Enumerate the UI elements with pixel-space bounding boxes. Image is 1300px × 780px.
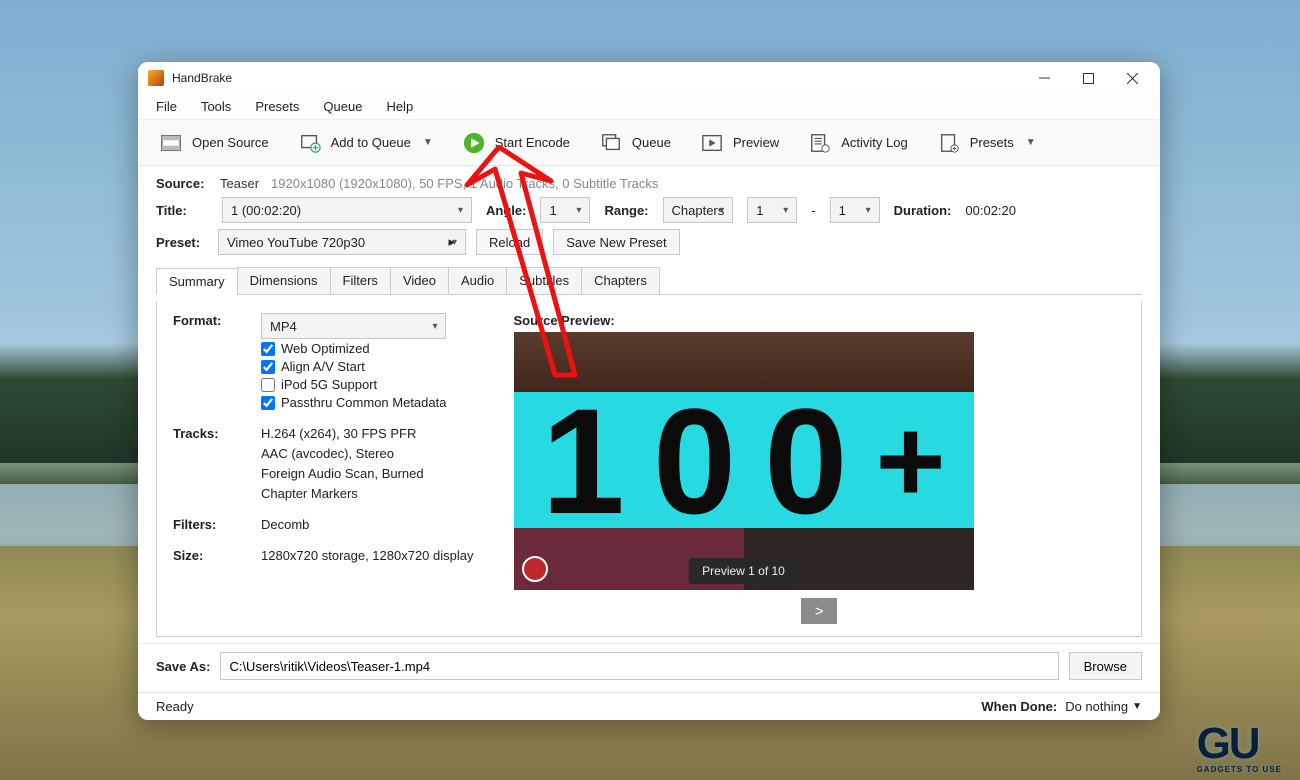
tab-subtitles[interactable]: Subtitles bbox=[506, 267, 582, 294]
format-label: Format: bbox=[173, 313, 245, 328]
preset-row: Preset: Vimeo YouTube 720p30 ▸ Reload Sa… bbox=[156, 229, 1142, 255]
title-select[interactable]: 1 (00:02:20) bbox=[222, 197, 472, 223]
app-icon bbox=[148, 70, 164, 86]
menu-presets[interactable]: Presets bbox=[245, 95, 309, 118]
log-icon bbox=[809, 132, 831, 154]
summary-right: Source Preview: 100+ Preview 1 of 10 > bbox=[514, 313, 1126, 624]
tracks-label: Tracks: bbox=[173, 426, 245, 501]
tab-summary[interactable]: Summary bbox=[156, 268, 238, 295]
open-source-button[interactable]: Open Source bbox=[146, 127, 283, 159]
reload-button[interactable]: Reload bbox=[476, 229, 543, 255]
app-window: HandBrake File Tools Presets Queue Help … bbox=[138, 62, 1160, 720]
preset-label: Preset: bbox=[156, 235, 208, 250]
source-label: Source: bbox=[156, 176, 208, 191]
film-icon bbox=[160, 132, 182, 154]
start-encode-button[interactable]: Start Encode bbox=[449, 127, 584, 159]
presets-icon bbox=[938, 132, 960, 154]
source-row: Source: Teaser 1920x1080 (1920x1080), 50… bbox=[156, 176, 1142, 191]
tab-video[interactable]: Video bbox=[390, 267, 449, 294]
add-queue-button[interactable]: Add to Queue ▼ bbox=[285, 127, 447, 159]
chevron-down-icon: ▼ bbox=[423, 137, 433, 148]
queue-icon bbox=[600, 132, 622, 154]
close-button[interactable] bbox=[1110, 63, 1154, 93]
format-select[interactable]: MP4 bbox=[261, 313, 446, 339]
when-done-value[interactable]: Do nothing bbox=[1065, 699, 1128, 714]
source-preview: 100+ Preview 1 of 10 bbox=[514, 332, 974, 590]
preset-select[interactable]: Vimeo YouTube 720p30 ▸ bbox=[218, 229, 466, 255]
window-title: HandBrake bbox=[172, 71, 232, 85]
toolbar: Open Source Add to Queue ▼ Start Encode … bbox=[138, 120, 1160, 166]
status-text: Ready bbox=[156, 699, 194, 714]
title-row: Title: 1 (00:02:20) Angle: 1 Range: Chap… bbox=[156, 197, 1142, 223]
save-row: Save As: Browse bbox=[138, 643, 1160, 692]
save-new-preset-button[interactable]: Save New Preset bbox=[553, 229, 679, 255]
play-icon bbox=[463, 132, 485, 154]
angle-label: Angle: bbox=[486, 203, 526, 218]
duration-label: Duration: bbox=[894, 203, 952, 218]
content-area: Source: Teaser 1920x1080 (1920x1080), 50… bbox=[138, 166, 1160, 643]
tab-body: Format: MP4 Web Optimized Align A/V Star… bbox=[156, 301, 1142, 637]
browse-button[interactable]: Browse bbox=[1069, 652, 1142, 680]
size-label: Size: bbox=[173, 548, 245, 563]
menubar: File Tools Presets Queue Help bbox=[138, 94, 1160, 120]
activity-log-button[interactable]: Activity Log bbox=[795, 127, 921, 159]
check-av-start[interactable]: Align A/V Start bbox=[261, 359, 446, 374]
menu-queue[interactable]: Queue bbox=[313, 95, 372, 118]
title-label: Title: bbox=[156, 203, 208, 218]
filters-label: Filters: bbox=[173, 517, 245, 532]
tab-chapters[interactable]: Chapters bbox=[581, 267, 660, 294]
preview-overlay-text: 100+ bbox=[514, 392, 974, 530]
tab-filters[interactable]: Filters bbox=[330, 267, 391, 294]
angle-select[interactable]: 1 bbox=[540, 197, 590, 223]
tabs: Summary Dimensions Filters Video Audio S… bbox=[156, 267, 1142, 295]
preview-title: Source Preview: bbox=[514, 313, 1126, 328]
preview-icon bbox=[701, 132, 723, 154]
check-web-optimized[interactable]: Web Optimized bbox=[261, 341, 446, 356]
status-bar: Ready When Done: Do nothing ▼ bbox=[138, 692, 1160, 720]
filters-value: Decomb bbox=[261, 517, 309, 532]
tab-audio[interactable]: Audio bbox=[448, 267, 507, 294]
tracks-list: H.264 (x264), 30 FPS PFR AAC (avcodec), … bbox=[261, 426, 424, 501]
check-ipod[interactable]: iPod 5G Support bbox=[261, 377, 446, 392]
menu-file[interactable]: File bbox=[146, 95, 187, 118]
range-dash: - bbox=[811, 203, 815, 218]
source-info: 1920x1080 (1920x1080), 50 FPS, 1 Audio T… bbox=[271, 176, 658, 191]
save-path-input[interactable] bbox=[220, 652, 1058, 680]
range-to-select[interactable]: 1 bbox=[830, 197, 880, 223]
watermark: GU GADGETS TO USE bbox=[1197, 719, 1282, 774]
range-from-select[interactable]: 1 bbox=[747, 197, 797, 223]
preview-next-button[interactable]: > bbox=[801, 598, 837, 624]
summary-left: Format: MP4 Web Optimized Align A/V Star… bbox=[173, 313, 474, 624]
maximize-button[interactable] bbox=[1066, 63, 1110, 93]
size-value: 1280x720 storage, 1280x720 display bbox=[261, 548, 474, 563]
channel-badge-icon bbox=[522, 556, 548, 582]
titlebar: HandBrake bbox=[138, 62, 1160, 94]
when-done-label: When Done: bbox=[981, 699, 1057, 714]
range-type-select[interactable]: Chapters bbox=[663, 197, 734, 223]
minimize-button[interactable] bbox=[1022, 63, 1066, 93]
queue-add-icon bbox=[299, 132, 321, 154]
duration-value: 00:02:20 bbox=[965, 203, 1016, 218]
queue-button[interactable]: Queue bbox=[586, 127, 685, 159]
menu-tools[interactable]: Tools bbox=[191, 95, 241, 118]
save-as-label: Save As: bbox=[156, 659, 210, 674]
preview-counter: Preview 1 of 10 bbox=[688, 558, 799, 584]
chevron-down-icon: ▼ bbox=[1132, 701, 1142, 712]
chevron-down-icon: ▼ bbox=[1026, 137, 1036, 148]
menu-help[interactable]: Help bbox=[376, 95, 423, 118]
source-name: Teaser bbox=[220, 176, 259, 191]
presets-button[interactable]: Presets ▼ bbox=[924, 127, 1050, 159]
range-label: Range: bbox=[604, 203, 648, 218]
preview-button[interactable]: Preview bbox=[687, 127, 793, 159]
tab-dimensions[interactable]: Dimensions bbox=[237, 267, 331, 294]
check-passthru[interactable]: Passthru Common Metadata bbox=[261, 395, 446, 410]
